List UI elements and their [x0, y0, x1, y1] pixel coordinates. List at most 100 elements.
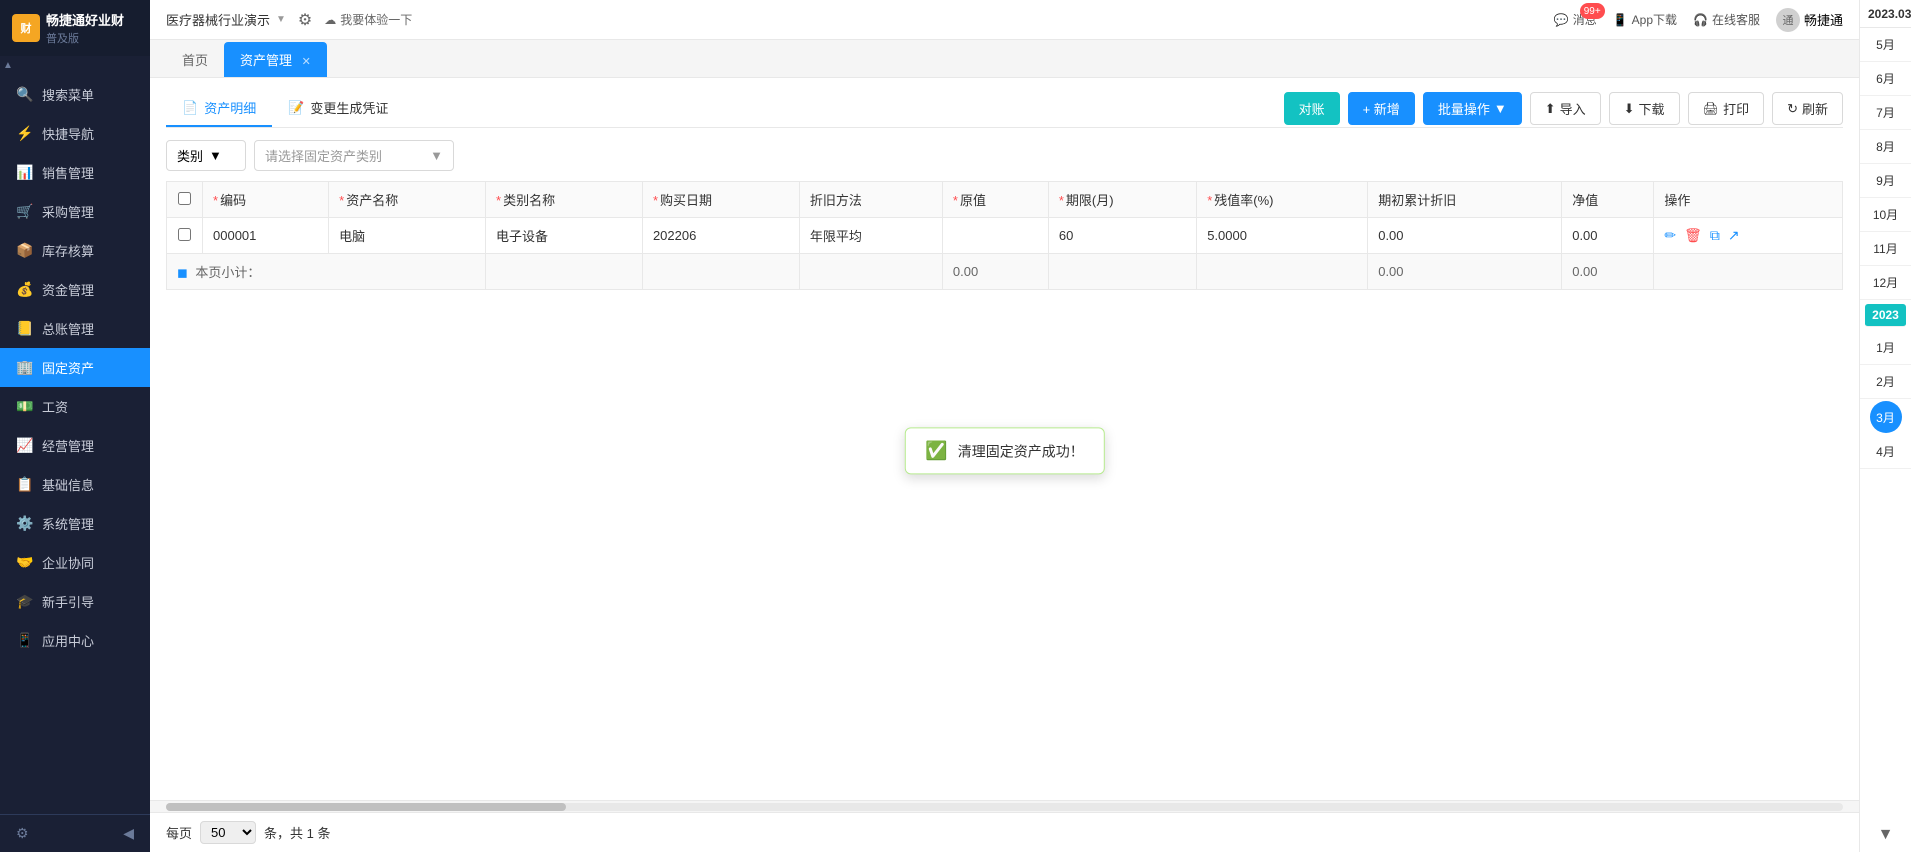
category-filter-select[interactable]: 类别 ▼ [166, 140, 246, 171]
toast-check-icon: ✅ [925, 440, 947, 461]
year-tag-2023: 2023 [1865, 304, 1906, 327]
settings-bottom-icon[interactable]: ⚙ [16, 825, 29, 842]
month-item-12[interactable]: 12月 [1860, 266, 1911, 300]
sidebar-item-ledger[interactable]: 📒 总账管理 [0, 309, 150, 348]
row-checkbox[interactable] [178, 228, 191, 241]
import-button[interactable]: ⬆ 导入 [1530, 92, 1601, 125]
reconcile-button[interactable]: 对账 [1284, 92, 1340, 125]
sidebar-item-inventory[interactable]: 📦 库存核算 [0, 231, 150, 270]
sidebar-item-guide[interactable]: 🎓 新手引导 [0, 582, 150, 621]
category-input[interactable]: 请选择固定资产类别 ▼ [254, 140, 454, 171]
company-selector[interactable]: 医疗器械行业演示 ▼ [166, 10, 286, 29]
month-list: 5月 6月 7月 8月 9月 10月 11月 12月 2023 1月 2月 3月… [1860, 28, 1911, 818]
th-operations: 操作 [1654, 182, 1843, 218]
message-action[interactable]: 💬 消息 99+ [1554, 11, 1597, 28]
sidebar-item-label: 搜索菜单 [42, 85, 94, 104]
month-item-1[interactable]: 1月 [1860, 331, 1911, 365]
month-item-2[interactable]: 2月 [1860, 365, 1911, 399]
th-original-value: *原值 [942, 182, 1048, 218]
topbar-settings-icon[interactable]: ⚙ [298, 10, 312, 30]
sidebar-item-quick-nav[interactable]: ⚡ 快捷导航 [0, 114, 150, 153]
app-edition: 普及版 [46, 30, 124, 46]
sidebar-item-label: 基础信息 [42, 475, 94, 494]
tab-home[interactable]: 首页 [166, 42, 224, 77]
collapse-icon[interactable]: ◀ [123, 825, 134, 842]
tab-close-icon[interactable]: ✕ [302, 56, 311, 68]
subtotal-empty-6 [1654, 254, 1843, 290]
sidebar-item-payroll[interactable]: 💵 工资 [0, 387, 150, 426]
sidebar-item-label: 系统管理 [42, 514, 94, 533]
asset-table: *编码 *资产名称 *类别名称 *购买日期 折旧方法 *原值 *期限(月) *残… [166, 181, 1843, 290]
app-name: 畅捷通好业财 [46, 10, 124, 29]
app-download-action[interactable]: 📱 App下载 [1613, 11, 1677, 28]
print-button[interactable]: 🖨 打印 [1688, 92, 1765, 125]
sidebar-item-operations[interactable]: 📈 经营管理 [0, 426, 150, 465]
sidebar-item-enterprise[interactable]: 🤝 企业协同 [0, 543, 150, 582]
new-button[interactable]: + 新增 [1348, 92, 1415, 125]
subtotal-net-value: 0.00 [1562, 254, 1654, 290]
operations-icon: 📈 [16, 437, 34, 455]
month-item-6[interactable]: 6月 [1860, 62, 1911, 96]
sidebar-item-basics[interactable]: 📋 基础信息 [0, 465, 150, 504]
refresh-button[interactable]: ↻ 刷新 [1772, 92, 1843, 125]
online-service-action[interactable]: 🎧 在线客服 [1693, 11, 1760, 28]
row-checkbox-cell [167, 218, 203, 254]
month-item-11[interactable]: 11月 [1860, 232, 1911, 266]
experience-btn[interactable]: ☁ 我要体验一下 [324, 11, 412, 28]
month-item-5[interactable]: 5月 [1860, 28, 1911, 62]
sidebar-item-funds[interactable]: 💰 资金管理 [0, 270, 150, 309]
sidebar-item-search[interactable]: 🔍 搜索菜单 [0, 75, 150, 114]
right-panel: 2023.03 ✕ ⤢ 5月 6月 7月 8月 9月 10月 11月 12月 2… [1859, 0, 1911, 852]
subtab-asset-detail[interactable]: 📄 资产明细 [166, 90, 272, 127]
copy-icon[interactable]: ⧉ [1710, 227, 1720, 244]
sidebar-item-system[interactable]: ⚙️ 系统管理 [0, 504, 150, 543]
funds-icon: 💰 [16, 281, 34, 299]
edit-icon[interactable]: ✏ [1664, 227, 1676, 244]
panel-down-icon[interactable]: ▼ [1874, 822, 1898, 848]
th-purchase-date: *购买日期 [642, 182, 799, 218]
delete-icon[interactable]: 🗑 [1684, 227, 1702, 244]
sidebar-item-label: 采购管理 [42, 202, 94, 221]
sidebar-item-purchase[interactable]: 🛒 采购管理 [0, 192, 150, 231]
user-profile[interactable]: 通 畅捷通 [1776, 8, 1843, 32]
app-download-label: App下载 [1632, 11, 1677, 28]
sidebar-item-label: 应用中心 [42, 631, 94, 650]
message-icon: 💬 [1554, 13, 1569, 27]
subtab-asset-detail-icon: 📄 [182, 100, 198, 116]
sidebar-item-label: 总账管理 [42, 319, 94, 338]
month-item-8[interactable]: 8月 [1860, 130, 1911, 164]
month-item-3-active[interactable]: 3月 [1870, 401, 1902, 433]
sidebar-item-fixed-assets[interactable]: 🏢 固定资产 [0, 348, 150, 387]
th-code: *编码 [203, 182, 329, 218]
download-button[interactable]: ⬇ 下载 [1609, 92, 1680, 125]
tab-asset-management[interactable]: 资产管理 ✕ [224, 42, 327, 77]
row-name: 电脑 [329, 218, 486, 254]
th-residual-rate: *残值率(%) [1197, 182, 1368, 218]
per-page-select[interactable]: 50 100 200 [200, 821, 256, 844]
month-item-10[interactable]: 10月 [1860, 198, 1911, 232]
sidebar-scroll-up[interactable]: ▲ [3, 60, 13, 71]
sidebar-item-app-center[interactable]: 📱 应用中心 [0, 621, 150, 660]
category-label: 类别 [177, 146, 203, 165]
batch-button[interactable]: 批量操作 ▼ [1423, 92, 1522, 125]
category-placeholder: 请选择固定资产类别 [265, 146, 382, 165]
more-icon[interactable]: ↗ [1728, 227, 1740, 244]
subtab-change-voucher[interactable]: 📝 变更生成凭证 [272, 90, 404, 127]
purchase-icon: 🛒 [16, 203, 34, 221]
th-checkbox [167, 182, 203, 218]
content-area: 📄 资产明细 📝 变更生成凭证 对账 + 新增 批量操作 ▼ ⬆ [150, 78, 1859, 852]
month-item-9[interactable]: 9月 [1860, 164, 1911, 198]
sidebar-item-label: 库存核算 [42, 241, 94, 260]
row-net-value: 0.00 [1562, 218, 1654, 254]
month-item-4[interactable]: 4月 [1860, 435, 1911, 469]
select-all-checkbox[interactable] [178, 192, 191, 205]
print-label: 打印 [1723, 99, 1749, 118]
avatar: 通 [1776, 8, 1800, 32]
batch-label: 批量操作 [1438, 99, 1490, 118]
dropdown-arrow-icon: ▼ [430, 148, 443, 163]
month-item-7[interactable]: 7月 [1860, 96, 1911, 130]
bottom-scrollbar[interactable] [150, 800, 1859, 812]
subtotal-empty-4 [1048, 254, 1196, 290]
asset-table-wrap: *编码 *资产名称 *类别名称 *购买日期 折旧方法 *原值 *期限(月) *残… [166, 181, 1843, 788]
sidebar-item-sales[interactable]: 📊 销售管理 [0, 153, 150, 192]
